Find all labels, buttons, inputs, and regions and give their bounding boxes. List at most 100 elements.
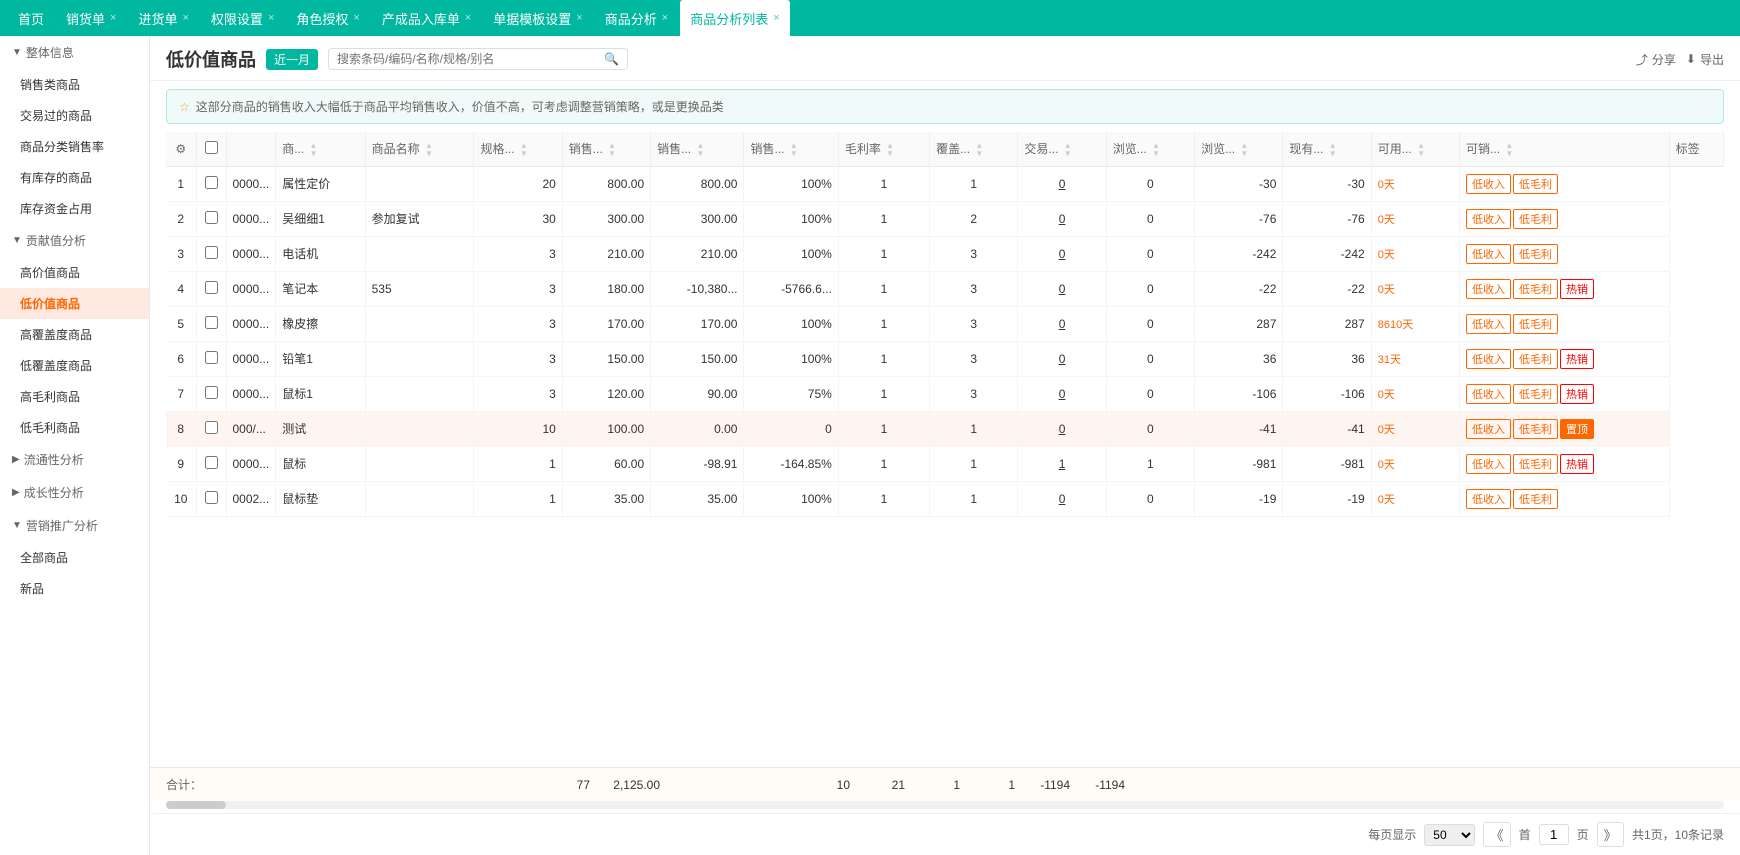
select-all-checkbox[interactable] xyxy=(205,141,218,154)
row-checkbox[interactable] xyxy=(205,316,218,329)
export-button[interactable]: ⬇ 导出 xyxy=(1686,51,1724,68)
th-trade[interactable]: 交易... ▲▼ xyxy=(1018,132,1106,166)
nav-home[interactable]: 首页 xyxy=(8,0,54,36)
td-checkbox[interactable] xyxy=(196,306,226,341)
sidebar-item-new-products[interactable]: 新品 xyxy=(0,573,149,604)
nav-product-warehousing[interactable]: 产成品入库单 × xyxy=(372,0,481,36)
td-browse1[interactable]: 0 xyxy=(1018,376,1106,411)
th-available[interactable]: 可用... ▲▼ xyxy=(1371,132,1459,166)
th-stock[interactable]: 现有... ▲▼ xyxy=(1283,132,1371,166)
search-icon[interactable]: 🔍 xyxy=(604,52,619,66)
td-name: 鼠标 xyxy=(276,446,365,481)
row-checkbox[interactable] xyxy=(205,246,218,259)
sidebar-item-stocked-products[interactable]: 有库存的商品 xyxy=(0,162,149,193)
th-coverage[interactable]: 覆盖... ▲▼ xyxy=(930,132,1018,166)
th-spec[interactable]: 规格... ▲▼ xyxy=(474,132,562,166)
td-checkbox[interactable] xyxy=(196,236,226,271)
page-size-select[interactable]: 50 100 200 xyxy=(1424,824,1475,846)
th-sales-amount[interactable]: 销售... ▲▼ xyxy=(744,132,838,166)
sidebar-group-overall[interactable]: ▼ 整体信息 xyxy=(0,36,149,69)
close-permissions[interactable]: × xyxy=(268,12,274,24)
row-checkbox[interactable] xyxy=(205,281,218,294)
th-sales-price[interactable]: 销售... ▲▼ xyxy=(651,132,744,166)
close-sales-order[interactable]: × xyxy=(110,12,116,24)
th-name[interactable]: 商品名称 ▲▼ xyxy=(365,132,474,166)
td-checkbox[interactable] xyxy=(196,166,226,201)
nav-product-analysis-list[interactable]: 商品分析列表 × xyxy=(680,0,789,36)
sidebar-item-high-coverage[interactable]: 高覆盖度商品 xyxy=(0,319,149,350)
nav-role-auth[interactable]: 角色授权 × xyxy=(286,0,369,36)
td-checkbox[interactable] xyxy=(196,201,226,236)
sidebar-item-low-profit[interactable]: 低毛利商品 xyxy=(0,412,149,443)
th-browse1[interactable]: 浏览... ▲▼ xyxy=(1106,132,1194,166)
td-checkbox[interactable] xyxy=(196,446,226,481)
scrollbar-area[interactable] xyxy=(166,801,1724,809)
share-button[interactable]: ⤴ 分享 xyxy=(1636,51,1676,68)
sidebar-item-all-products[interactable]: 全部商品 xyxy=(0,542,149,573)
search-input[interactable] xyxy=(337,52,599,66)
close-product-analysis-list[interactable]: × xyxy=(773,12,779,24)
th-gross-margin[interactable]: 毛利率 ▲▼ xyxy=(838,132,929,166)
td-browse1[interactable]: 0 xyxy=(1018,411,1106,446)
td-browse1[interactable]: 0 xyxy=(1018,271,1106,306)
row-checkbox[interactable] xyxy=(205,386,218,399)
nav-sales-order[interactable]: 销货单 × xyxy=(56,0,126,36)
th-sellable[interactable]: 可销... ▲▼ xyxy=(1460,132,1670,166)
th-sales-qty[interactable]: 销售... ▲▼ xyxy=(562,132,650,166)
row-checkbox[interactable] xyxy=(205,421,218,434)
td-checkbox[interactable] xyxy=(196,481,226,516)
th-code[interactable]: 商... ▲▼ xyxy=(276,132,365,166)
close-purchase-order[interactable]: × xyxy=(182,12,188,24)
next-page-btn[interactable]: 》 xyxy=(1597,822,1624,847)
sidebar-item-high-profit[interactable]: 高毛利商品 xyxy=(0,381,149,412)
first-page-btn[interactable]: 《 xyxy=(1483,822,1510,847)
sidebar-group-marketing[interactable]: ▼ 营销推广分析 xyxy=(0,509,149,542)
days-tag: 0天 xyxy=(1378,459,1395,471)
row-checkbox[interactable] xyxy=(205,211,218,224)
td-tags: 低收入低毛利热销 xyxy=(1460,446,1670,481)
sidebar-group-circulation[interactable]: ▶ 流通性分析 xyxy=(0,443,149,476)
td-browse1[interactable]: 0 xyxy=(1018,341,1106,376)
scrollbar-thumb[interactable] xyxy=(166,801,226,809)
th-settings[interactable]: ⚙ xyxy=(166,132,196,166)
td-browse1[interactable]: 0 xyxy=(1018,306,1106,341)
table-row: 6 0000... 铅笔1 3 150.00 150.00 100% 1 3 0… xyxy=(166,341,1724,376)
page-input[interactable] xyxy=(1539,824,1569,845)
sidebar-item-high-value[interactable]: 高价值商品 xyxy=(0,257,149,288)
sidebar-item-low-coverage[interactable]: 低覆盖度商品 xyxy=(0,350,149,381)
nav-purchase-order[interactable]: 进货单 × xyxy=(128,0,198,36)
close-product-warehousing[interactable]: × xyxy=(465,12,471,24)
sidebar-item-low-value[interactable]: 低价值商品 xyxy=(0,288,149,319)
td-code: 0000... xyxy=(226,166,276,201)
sidebar-group-contribution[interactable]: ▼ 贡献值分析 xyxy=(0,224,149,257)
sidebar-item-sales-products[interactable]: 销售类商品 xyxy=(0,69,149,100)
close-template-settings[interactable]: × xyxy=(576,12,582,24)
sidebar-item-stock-capital[interactable]: 库存资金占用 xyxy=(0,193,149,224)
td-sales-amount: 90.00 xyxy=(651,376,744,411)
row-checkbox[interactable] xyxy=(205,456,218,469)
row-checkbox[interactable] xyxy=(205,176,218,189)
td-browse1[interactable]: 0 xyxy=(1018,236,1106,271)
row-checkbox[interactable] xyxy=(205,351,218,364)
td-checkbox[interactable] xyxy=(196,271,226,306)
nav-product-analysis[interactable]: 商品分析 × xyxy=(595,0,678,36)
filter-tag-recent-month[interactable]: 近一月 xyxy=(266,49,318,70)
sidebar-item-traded-products[interactable]: 交易过的商品 xyxy=(0,100,149,131)
th-browse2[interactable]: 浏览... ▲▼ xyxy=(1195,132,1283,166)
th-checkbox[interactable] xyxy=(196,132,226,166)
sidebar-group-growth[interactable]: ▶ 成长性分析 xyxy=(0,476,149,509)
td-checkbox[interactable] xyxy=(196,411,226,446)
td-browse1[interactable]: 0 xyxy=(1018,166,1106,201)
sidebar-item-category-sales[interactable]: 商品分类销售率 xyxy=(0,131,149,162)
td-checkbox[interactable] xyxy=(196,341,226,376)
nav-permissions[interactable]: 权限设置 × xyxy=(201,0,284,36)
td-browse1[interactable]: 1 xyxy=(1018,446,1106,481)
nav-template-settings[interactable]: 单据模板设置 × xyxy=(483,0,592,36)
row-checkbox[interactable] xyxy=(205,491,218,504)
days-tag: 0天 xyxy=(1378,284,1395,296)
close-role-auth[interactable]: × xyxy=(353,12,359,24)
close-product-analysis[interactable]: × xyxy=(662,12,668,24)
td-browse1[interactable]: 0 xyxy=(1018,481,1106,516)
td-browse1[interactable]: 0 xyxy=(1018,201,1106,236)
td-checkbox[interactable] xyxy=(196,376,226,411)
